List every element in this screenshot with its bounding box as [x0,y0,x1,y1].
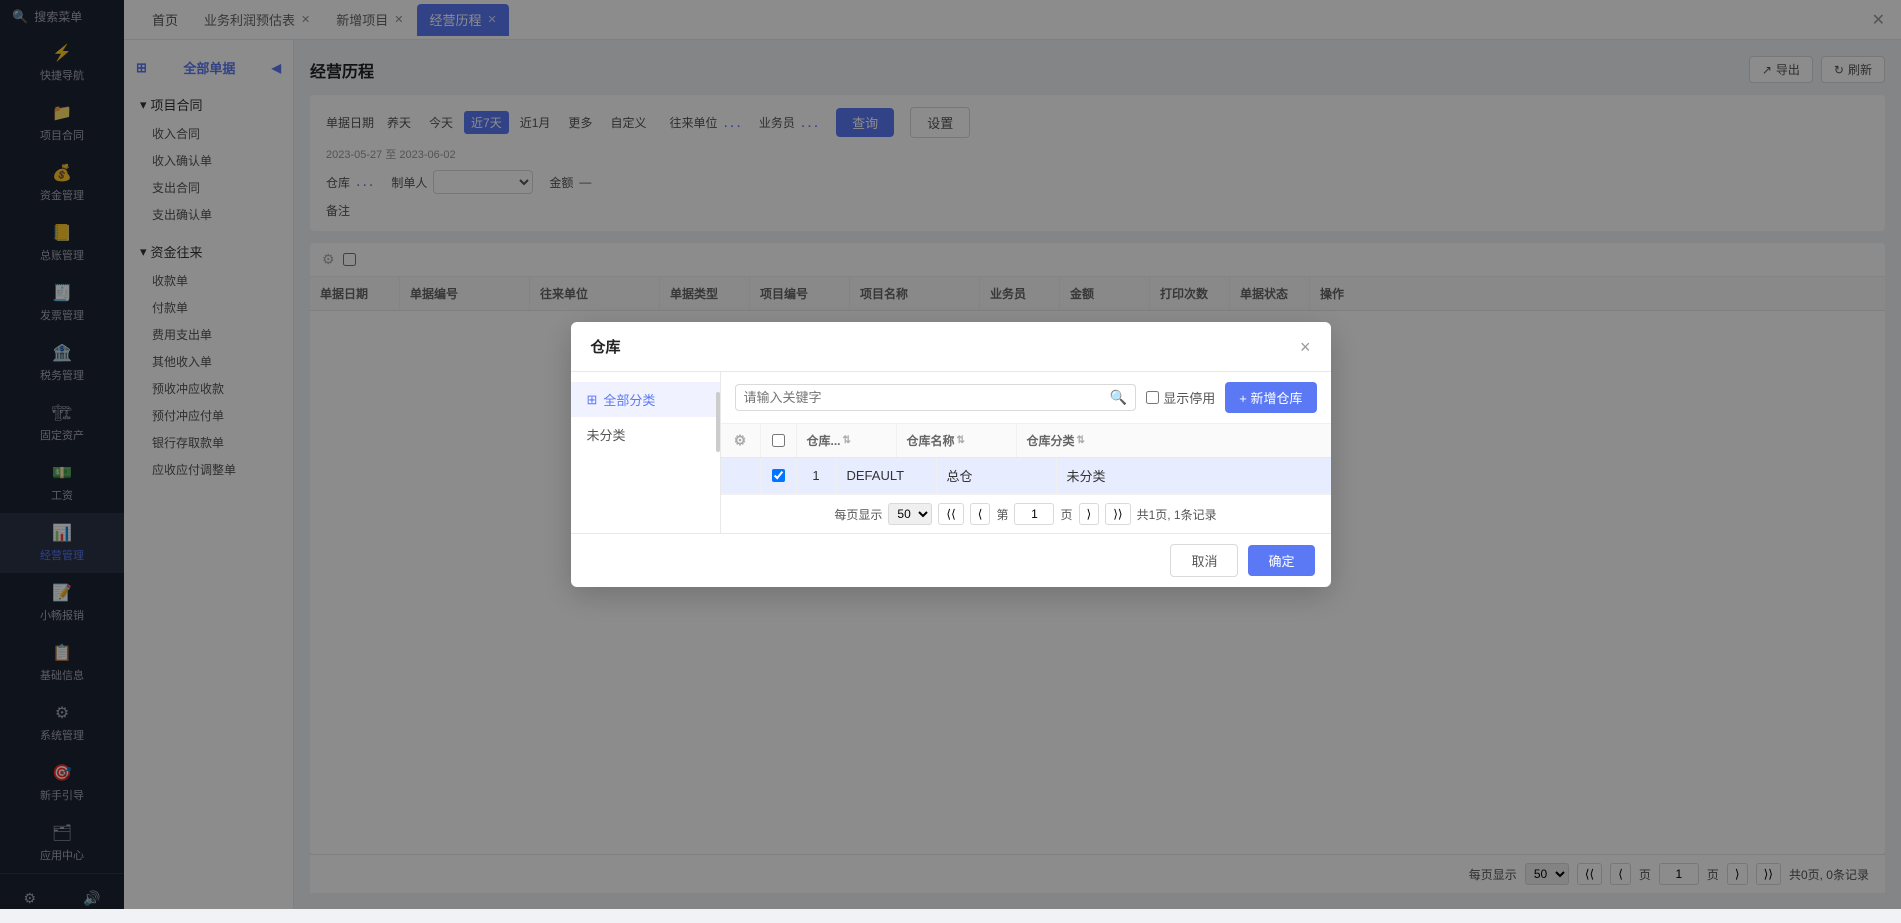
modal-page-label: 页 [1060,506,1072,523]
modal-page-word: 第 [996,506,1008,523]
modal-search-box[interactable]: 🔍 [735,384,1137,411]
modal-pagination: 每页显示 50 ⟨⟨ ⟨ 第 页 ⟩ ⟩⟩ 共1页, 1条记录 [721,494,1331,533]
modal-row-num: 1 [797,458,837,493]
modal-th-id: 仓库... ⇅ [797,424,897,457]
modal-show-disabled-checkbox[interactable] [1146,391,1159,404]
modal-add-warehouse-button[interactable]: + 新增仓库 [1225,382,1316,413]
modal-search-icon: 🔍 [1110,389,1127,406]
warehouse-modal: 仓库 × ⊞ 全部分类 未分类 [571,322,1331,587]
modal-search-input[interactable] [744,390,1104,405]
modal-row-checkbox[interactable] [761,458,797,493]
modal-table-header: ⚙ 仓库... ⇅ 仓库名称 ⇅ [721,424,1331,458]
modal-left-uncategorized[interactable]: 未分类 [571,417,720,452]
modal-row-name: 总仓 [937,458,1057,493]
modal-th-gear: ⚙ [721,424,761,457]
modal-page-first[interactable]: ⟨⟨ [938,503,963,525]
modal-row-category: 未分类 [1057,458,1177,493]
modal-left-all-category[interactable]: ⊞ 全部分类 [571,382,720,417]
modal-page-input[interactable] [1014,503,1054,525]
modal-footer-actions: 取消 确定 [571,533,1331,587]
modal-header: 仓库 × [571,322,1331,372]
modal-confirm-button[interactable]: 确定 [1248,545,1314,576]
modal-show-disabled-label[interactable]: 显示停用 [1146,388,1215,407]
modal-th-checkbox [761,424,797,457]
sort-name-icon: ⇅ [957,435,965,446]
modal-right-panel: 🔍 显示停用 + 新增仓库 ⚙ [721,372,1331,533]
modal-toolbar: 🔍 显示停用 + 新增仓库 [721,372,1331,424]
modal-table-row[interactable]: 1 DEFAULT 总仓 未分类 [721,458,1331,494]
modal-page-last[interactable]: ⟩⟩ [1105,503,1130,525]
modal-close-button[interactable]: × [1300,338,1311,356]
modal-cancel-button[interactable]: 取消 [1170,544,1238,577]
grid-icon-modal: ⊞ [587,392,598,408]
modal-total-text: 共1页, 1条记录 [1137,506,1217,523]
modal-page-prev[interactable]: ⟨ [970,503,991,525]
modal-page-next[interactable]: ⟩ [1079,503,1100,525]
modal-per-page-select[interactable]: 50 [888,503,932,525]
sort-cat-icon: ⇅ [1077,435,1085,446]
modal-row-gear [721,458,761,493]
modal-row-id: DEFAULT [837,458,937,493]
modal-body: ⊞ 全部分类 未分类 🔍 [571,372,1331,533]
sort-id-icon: ⇅ [843,435,851,446]
modal-select-all[interactable] [772,434,785,447]
modal-th-cat: 仓库分类 ⇅ [1017,424,1137,457]
modal-left-panel: ⊞ 全部分类 未分类 [571,372,721,533]
modal-table: ⚙ 仓库... ⇅ 仓库名称 ⇅ [721,424,1331,494]
modal-th-name: 仓库名称 ⇅ [897,424,1017,457]
modal-gear-icon[interactable]: ⚙ [734,432,747,449]
modal-overlay: 仓库 × ⊞ 全部分类 未分类 [0,0,1901,909]
modal-row-check-1[interactable] [772,469,785,482]
modal-per-page-label: 每页显示 [834,506,882,523]
modal-title: 仓库 [591,336,621,357]
